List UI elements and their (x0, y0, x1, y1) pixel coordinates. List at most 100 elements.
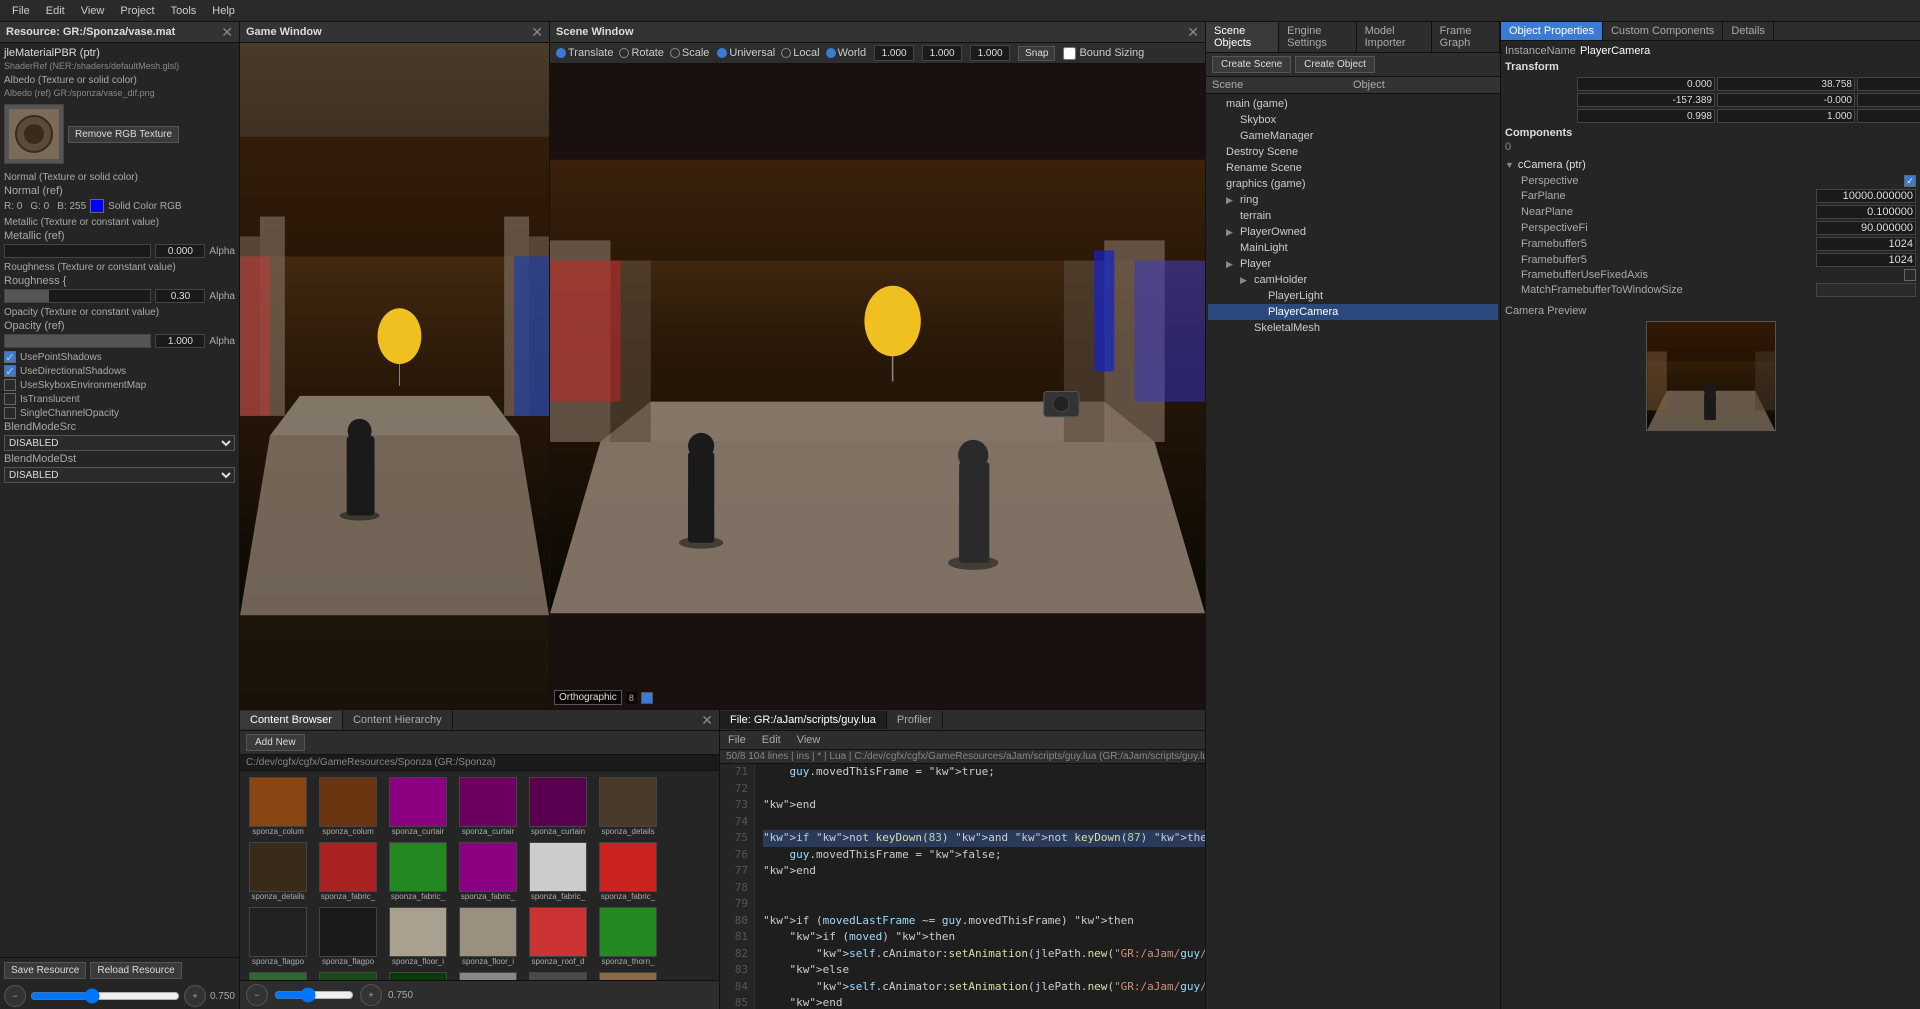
asset-item-5[interactable]: sponza_details (594, 775, 662, 838)
cam-checkbox-0[interactable]: ✓ (1904, 175, 1916, 187)
menu-item-help[interactable]: Help (204, 3, 243, 19)
remove-rgb-btn[interactable]: Remove RGB Texture (68, 126, 179, 143)
snap-val1[interactable] (874, 45, 914, 61)
tree-item-0[interactable]: main (game) (1208, 96, 1498, 112)
cam-prop-input-4[interactable] (1816, 237, 1916, 251)
cam-prop-input-5[interactable] (1816, 253, 1916, 267)
asset-item-19[interactable]: sponza_thorn_ (314, 970, 382, 980)
asset-item-6[interactable]: sponza_details (244, 840, 312, 903)
tab-engine-settings[interactable]: Engine Settings (1279, 22, 1356, 52)
tree-item-10[interactable]: ▶Player (1208, 256, 1498, 272)
checkbox-2[interactable] (4, 379, 16, 391)
asset-item-0[interactable]: sponza_colum (244, 775, 312, 838)
transform-val-2-2[interactable] (1857, 109, 1920, 123)
menu-item-project[interactable]: Project (112, 3, 162, 19)
save-resource-btn[interactable]: Save Resource (4, 962, 86, 979)
snap-val2[interactable] (922, 45, 962, 61)
asset-item-3[interactable]: sponza_curtair (454, 775, 522, 838)
tree-item-3[interactable]: Destroy Scene (1208, 144, 1498, 160)
icon-scale-plus[interactable]: + (184, 985, 206, 1007)
color-swatch[interactable] (90, 199, 104, 213)
blend-mode-src-select[interactable]: DISABLED (4, 435, 235, 451)
menu-item-view[interactable]: View (73, 3, 113, 19)
transform-val-2-1[interactable] (1717, 109, 1855, 123)
asset-item-10[interactable]: sponza_fabric_ (524, 840, 592, 903)
editor-view-menu[interactable]: View (793, 733, 825, 747)
asset-item-12[interactable]: sponza_flagpo (244, 905, 312, 968)
cam-prop-wide-7[interactable] (1816, 283, 1916, 297)
tab-frame-graph[interactable]: Frame Graph (1432, 22, 1500, 52)
bound-sizing-toggle[interactable]: Bound Sizing (1063, 47, 1144, 60)
asset-item-15[interactable]: sponza_floor_i (454, 905, 522, 968)
content-browser-close[interactable]: ✕ (695, 710, 719, 730)
tree-item-4[interactable]: Rename Scene (1208, 160, 1498, 176)
tree-item-9[interactable]: MainLight (1208, 240, 1498, 256)
tab-scene-objects[interactable]: Scene Objects (1206, 22, 1279, 52)
checkbox-0[interactable]: ✓ (4, 351, 16, 363)
tree-item-12[interactable]: PlayerLight (1208, 288, 1498, 304)
asset-item-23[interactable]: vase_dif.png (594, 970, 662, 980)
transform-val-2-0[interactable] (1577, 109, 1715, 123)
scale-radio[interactable]: Scale (670, 47, 710, 59)
snap-btn[interactable]: Snap (1018, 46, 1055, 61)
asset-item-8[interactable]: sponza_fabric_ (384, 840, 452, 903)
checkbox-4[interactable] (4, 407, 16, 419)
tree-item-6[interactable]: ▶ring (1208, 192, 1498, 208)
tree-item-8[interactable]: ▶PlayerOwned (1208, 224, 1498, 240)
opacity-slider[interactable] (4, 334, 151, 348)
metallic-input[interactable] (155, 244, 205, 258)
transform-val-1-2[interactable] (1857, 93, 1920, 107)
scene-window-close[interactable]: ✕ (1187, 25, 1199, 39)
transform-val-0-2[interactable] (1857, 77, 1920, 91)
create-scene-btn[interactable]: Create Scene (1212, 56, 1291, 73)
tree-item-2[interactable]: GameManager (1208, 128, 1498, 144)
cam-prop-input-3[interactable] (1816, 221, 1916, 235)
code-lines[interactable]: guy.movedThisFrame = "kw">true; "kw">end… (755, 764, 1205, 1009)
tab-guy-lua[interactable]: File: GR:/aJam/scripts/guy.lua (720, 711, 887, 729)
bound-sizing-checkbox[interactable] (1063, 47, 1076, 60)
cam-prop-input-2[interactable] (1816, 205, 1916, 219)
cam-prop-input-1[interactable] (1816, 189, 1916, 203)
asset-item-9[interactable]: sponza_fabric_ (454, 840, 522, 903)
checkbox-3[interactable] (4, 393, 16, 405)
icon-scale-slider[interactable] (30, 991, 180, 1001)
translate-radio[interactable]: Translate (556, 47, 613, 59)
tab-object-properties[interactable]: Object Properties (1501, 22, 1603, 40)
asset-item-1[interactable]: sponza_colum (314, 775, 382, 838)
tab-content-hierarchy[interactable]: Content Hierarchy (343, 711, 453, 729)
tree-item-14[interactable]: SkeletalMesh (1208, 320, 1498, 336)
asset-item-20[interactable]: sponza_thorn_ (384, 970, 452, 980)
transform-val-0-0[interactable] (1577, 77, 1715, 91)
roughness-input[interactable] (155, 289, 205, 303)
cam-checkbox-6[interactable] (1904, 269, 1916, 281)
game-window-close[interactable]: ✕ (531, 25, 543, 39)
menu-item-tools[interactable]: Tools (163, 3, 205, 19)
content-zoom-in[interactable]: + (360, 984, 382, 1006)
asset-item-2[interactable]: sponza_curtair (384, 775, 452, 838)
icon-scale-minus[interactable]: − (4, 985, 26, 1007)
asset-item-16[interactable]: sponza_roof_d (524, 905, 592, 968)
left-panel-close[interactable]: ✕ (221, 25, 233, 39)
checkbox-1[interactable]: ✓ (4, 365, 16, 377)
comp-camera-item[interactable]: ▼ cCamera (ptr) (1505, 157, 1916, 173)
tab-details[interactable]: Details (1723, 22, 1774, 40)
asset-item-13[interactable]: sponza_flagpo (314, 905, 382, 968)
menu-item-file[interactable]: File (4, 3, 38, 19)
tree-item-13[interactable]: PlayerCamera (1208, 304, 1498, 320)
tree-item-1[interactable]: Skybox (1208, 112, 1498, 128)
editor-file-menu[interactable]: File (724, 733, 750, 747)
blend-mode-dst-select[interactable]: DISABLED (4, 467, 235, 483)
asset-item-18[interactable]: sponza_thorn_ (244, 970, 312, 980)
content-scale-slider[interactable] (274, 990, 354, 1000)
transform-val-0-1[interactable] (1717, 77, 1855, 91)
transform-val-1-1[interactable] (1717, 93, 1855, 107)
opacity-input[interactable] (155, 334, 205, 348)
world-radio[interactable]: World (826, 47, 867, 59)
tab-model-importer[interactable]: Model Importer (1357, 22, 1432, 52)
asset-item-11[interactable]: sponza_fabric_ (594, 840, 662, 903)
tab-profiler[interactable]: Profiler (887, 711, 943, 729)
tab-custom-components[interactable]: Custom Components (1603, 22, 1723, 40)
tree-item-7[interactable]: terrain (1208, 208, 1498, 224)
transform-val-1-0[interactable] (1577, 93, 1715, 107)
reload-resource-btn[interactable]: Reload Resource (90, 962, 181, 979)
